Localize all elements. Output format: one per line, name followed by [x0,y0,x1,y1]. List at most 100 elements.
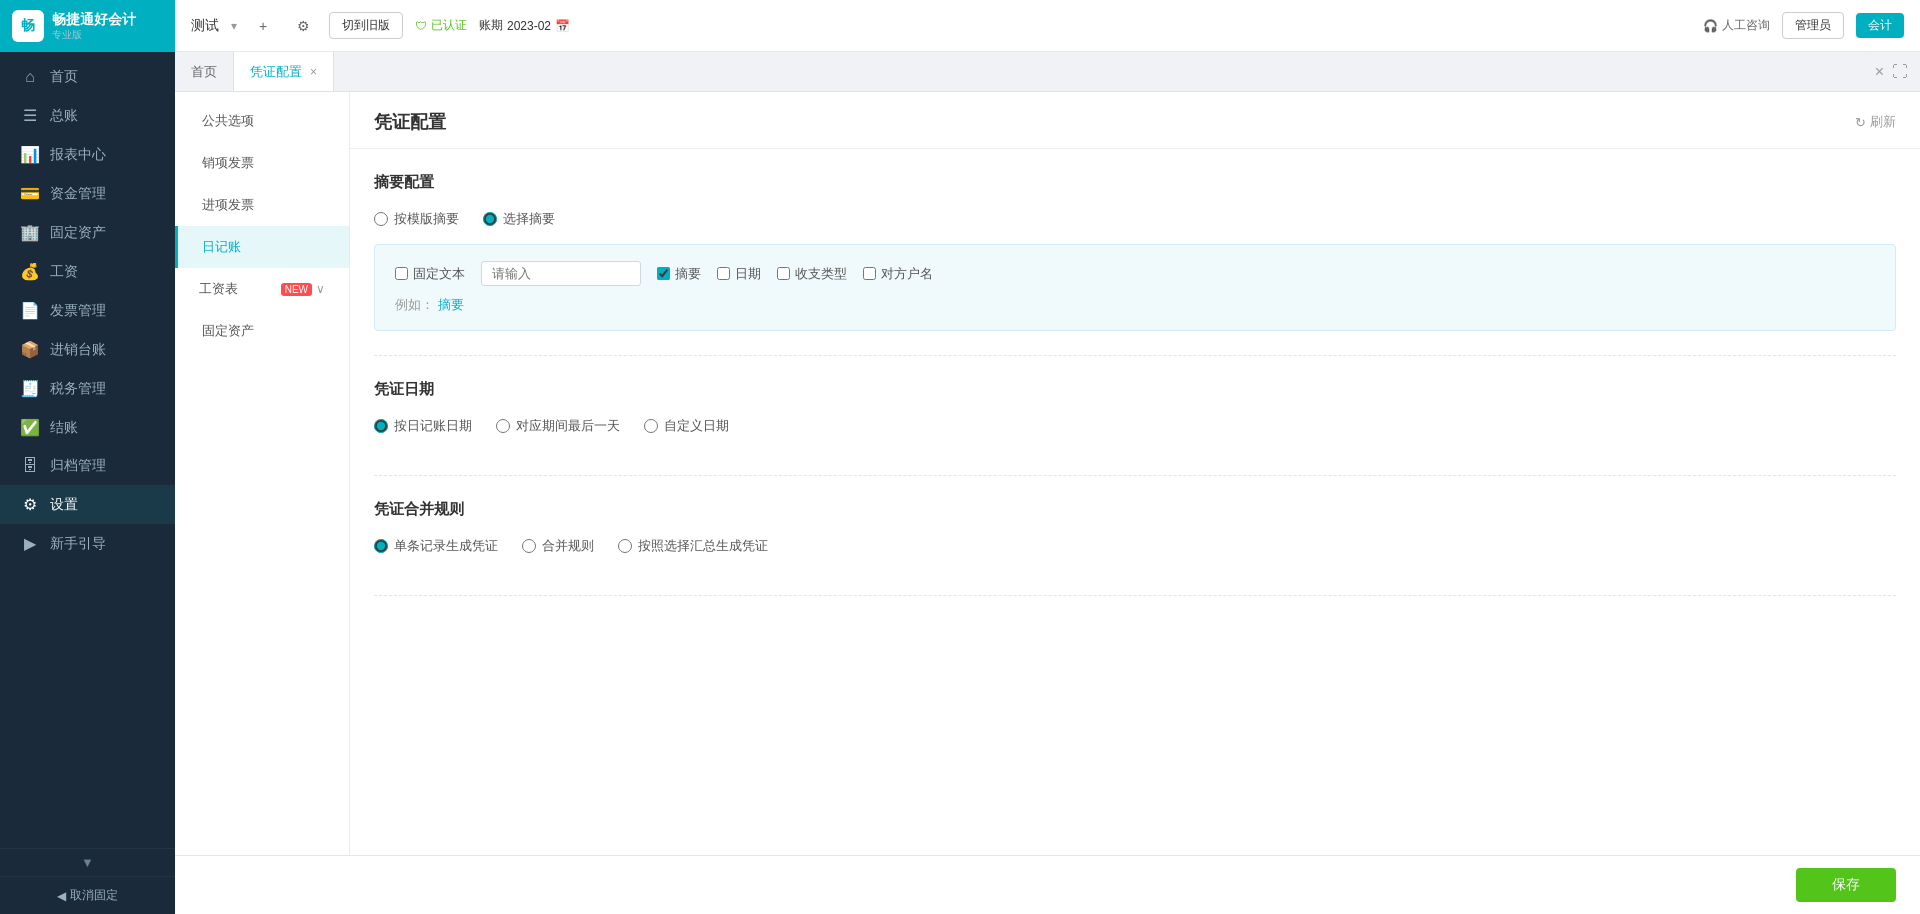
left-nav-sales-invoice[interactable]: 销项发票 [175,142,349,184]
role-button[interactable]: 会计 [1856,13,1904,38]
left-nav-journal[interactable]: 日记账 [175,226,349,268]
sidebar-item-trade[interactable]: 📦 进销台账 [0,330,175,369]
admin-button[interactable]: 管理员 [1782,12,1844,39]
company-dropdown-icon[interactable]: ▾ [231,19,237,33]
period-display: 账期 2023-02 📅 [479,17,570,34]
merge-radio-summary-gen[interactable]: 按照选择汇总生成凭证 [618,537,768,555]
sidebar-item-fund[interactable]: 💳 资金管理 [0,174,175,213]
date-radio-last-day-input[interactable] [496,419,510,433]
merge-radio-single-input[interactable] [374,539,388,553]
tab-home[interactable]: 首页 [175,52,233,91]
guide-icon: ▶ [20,534,40,553]
archive-icon: 🗄 [20,457,40,475]
topbar: 测试 ▾ + ⚙ 切到旧版 🛡 已认证 账期 2023-02 📅 🎧 人工咨询 … [175,0,1920,52]
date-radio-custom-input[interactable] [644,419,658,433]
date-checkbox[interactable]: 日期 [717,265,761,283]
right-content: 凭证配置 ↻ 刷新 摘要配置 按模版摘要 [350,92,1920,914]
summary-config-box: 固定文本 摘要 日期 [374,244,1896,331]
merge-radio-group: 单条记录生成凭证 合并规则 按照选择汇总生成凭证 [374,537,1896,555]
company-name: 测试 [191,17,219,35]
fixed-text-checkbox[interactable]: 固定文本 [395,265,465,283]
cancel-fixed-button[interactable]: ◀ 取消固定 [0,876,175,914]
merge-radio-rule[interactable]: 合并规则 [522,537,594,555]
summary-radio-template[interactable]: 按模版摘要 [374,210,459,228]
page-header: 凭证配置 ↻ 刷新 [350,92,1920,149]
summary-section-title: 摘要配置 [374,173,1896,192]
page-title: 凭证配置 [374,110,446,134]
headset-icon: 🎧 [1703,19,1718,33]
summary-radio-select-input[interactable] [483,212,497,226]
summary-radio-select[interactable]: 选择摘要 [483,210,555,228]
date-radio-daily[interactable]: 按日记账日期 [374,417,472,435]
sidebar-logo: 畅 畅捷通好会计 专业版 [0,0,175,52]
merge-section-title: 凭证合并规则 [374,500,1896,519]
summary-config-row-1: 固定文本 摘要 日期 [395,261,1875,286]
merge-section: 凭证合并规则 单条记录生成凭证 合并规则 按照选择汇总生成凭证 [374,476,1896,596]
example-row: 例如： 摘要 [395,296,1875,314]
add-button[interactable]: + [249,12,277,40]
logo-icon: 畅 [12,10,44,42]
counterparty-checkbox[interactable]: 对方户名 [863,265,933,283]
sidebar-item-ledger[interactable]: ☰ 总账 [0,96,175,135]
sidebar-item-tax[interactable]: 🧾 税务管理 [0,369,175,408]
sidebar-item-home[interactable]: ⌂ 首页 [0,58,175,96]
tab-actions: × ⛶ [1863,52,1920,91]
sidebar-item-invoice[interactable]: 📄 发票管理 [0,291,175,330]
switch-old-version-button[interactable]: 切到旧版 [329,12,403,39]
left-nav: 公共选项 销项发票 进项发票 日记账 工资表 NEW ∨ 固定资产 [175,92,350,914]
calendar-icon[interactable]: 📅 [555,19,570,33]
fund-icon: 💳 [20,184,40,203]
fixed-text-input[interactable] [481,261,641,286]
sidebar-item-archive[interactable]: 🗄 归档管理 [0,447,175,485]
fullscreen-icon[interactable]: ⛶ [1892,63,1908,81]
settings-gear-button[interactable]: ⚙ [289,12,317,40]
bottom-spacer [374,596,1896,676]
unpin-icon: ◀ [57,889,66,903]
tab-voucher-config[interactable]: 凭证配置 × [233,52,334,91]
counterparty-checkbox-input[interactable] [863,267,876,280]
left-nav-purchase-invoice[interactable]: 进项发票 [175,184,349,226]
sidebar: 畅 畅捷通好会计 专业版 ⌂ 首页 ☰ 总账 📊 报表中心 💳 资金管理 🏢 固… [0,0,175,914]
summary-checkbox[interactable]: 摘要 [657,265,701,283]
page-wrapper: 公共选项 销项发票 进项发票 日记账 工资表 NEW ∨ 固定资产 凭证配置 ↻… [175,92,1920,914]
sidebar-scroll-down[interactable]: ▼ [0,848,175,876]
expand-icon: ∨ [316,282,325,296]
date-radio-last-day[interactable]: 对应期间最后一天 [496,417,620,435]
tax-icon: 🧾 [20,379,40,398]
fixed-text-checkbox-input[interactable] [395,267,408,280]
fixed-assets-icon: 🏢 [20,223,40,242]
summary-checkbox-input[interactable] [657,267,670,280]
sidebar-item-report[interactable]: 📊 报表中心 [0,135,175,174]
sidebar-item-settings[interactable]: ⚙ 设置 [0,485,175,524]
report-icon: 📊 [20,145,40,164]
income-type-checkbox[interactable]: 收支类型 [777,265,847,283]
summary-radio-template-input[interactable] [374,212,388,226]
date-radio-group: 按日记账日期 对应期间最后一天 自定义日期 [374,417,1896,435]
income-type-checkbox-input[interactable] [777,267,790,280]
save-button[interactable]: 保存 [1796,868,1896,902]
date-radio-custom[interactable]: 自定义日期 [644,417,729,435]
merge-radio-rule-input[interactable] [522,539,536,553]
trade-icon: 📦 [20,340,40,359]
service-button[interactable]: 🎧 人工咨询 [1703,17,1770,34]
merge-radio-summary-gen-input[interactable] [618,539,632,553]
sidebar-item-payroll[interactable]: 💰 工资 [0,252,175,291]
sidebar-nav: ⌂ 首页 ☰ 总账 📊 报表中心 💳 资金管理 🏢 固定资产 💰 工资 📄 发票… [0,52,175,848]
merge-radio-single[interactable]: 单条记录生成凭证 [374,537,498,555]
tab-close-icon[interactable]: × [310,65,317,79]
certified-icon: 🛡 [415,19,427,33]
sidebar-item-guide[interactable]: ▶ 新手引导 [0,524,175,563]
footer-bar: 保存 [175,855,1920,914]
close-window-icon[interactable]: × [1875,63,1884,81]
left-nav-fixed-assets[interactable]: 固定资产 [175,310,349,352]
content-area: 摘要配置 按模版摘要 选择摘要 [350,149,1920,914]
refresh-button[interactable]: ↻ 刷新 [1855,113,1896,131]
main-content: 公共选项 销项发票 进项发票 日记账 工资表 NEW ∨ 固定资产 凭证配置 ↻… [175,92,1920,914]
sidebar-item-checkout[interactable]: ✅ 结账 [0,408,175,447]
left-nav-payroll-table[interactable]: 工资表 NEW ∨ [175,268,349,310]
left-nav-public[interactable]: 公共选项 [175,100,349,142]
payroll-icon: 💰 [20,262,40,281]
date-checkbox-input[interactable] [717,267,730,280]
sidebar-item-fixed-assets[interactable]: 🏢 固定资产 [0,213,175,252]
date-radio-daily-input[interactable] [374,419,388,433]
